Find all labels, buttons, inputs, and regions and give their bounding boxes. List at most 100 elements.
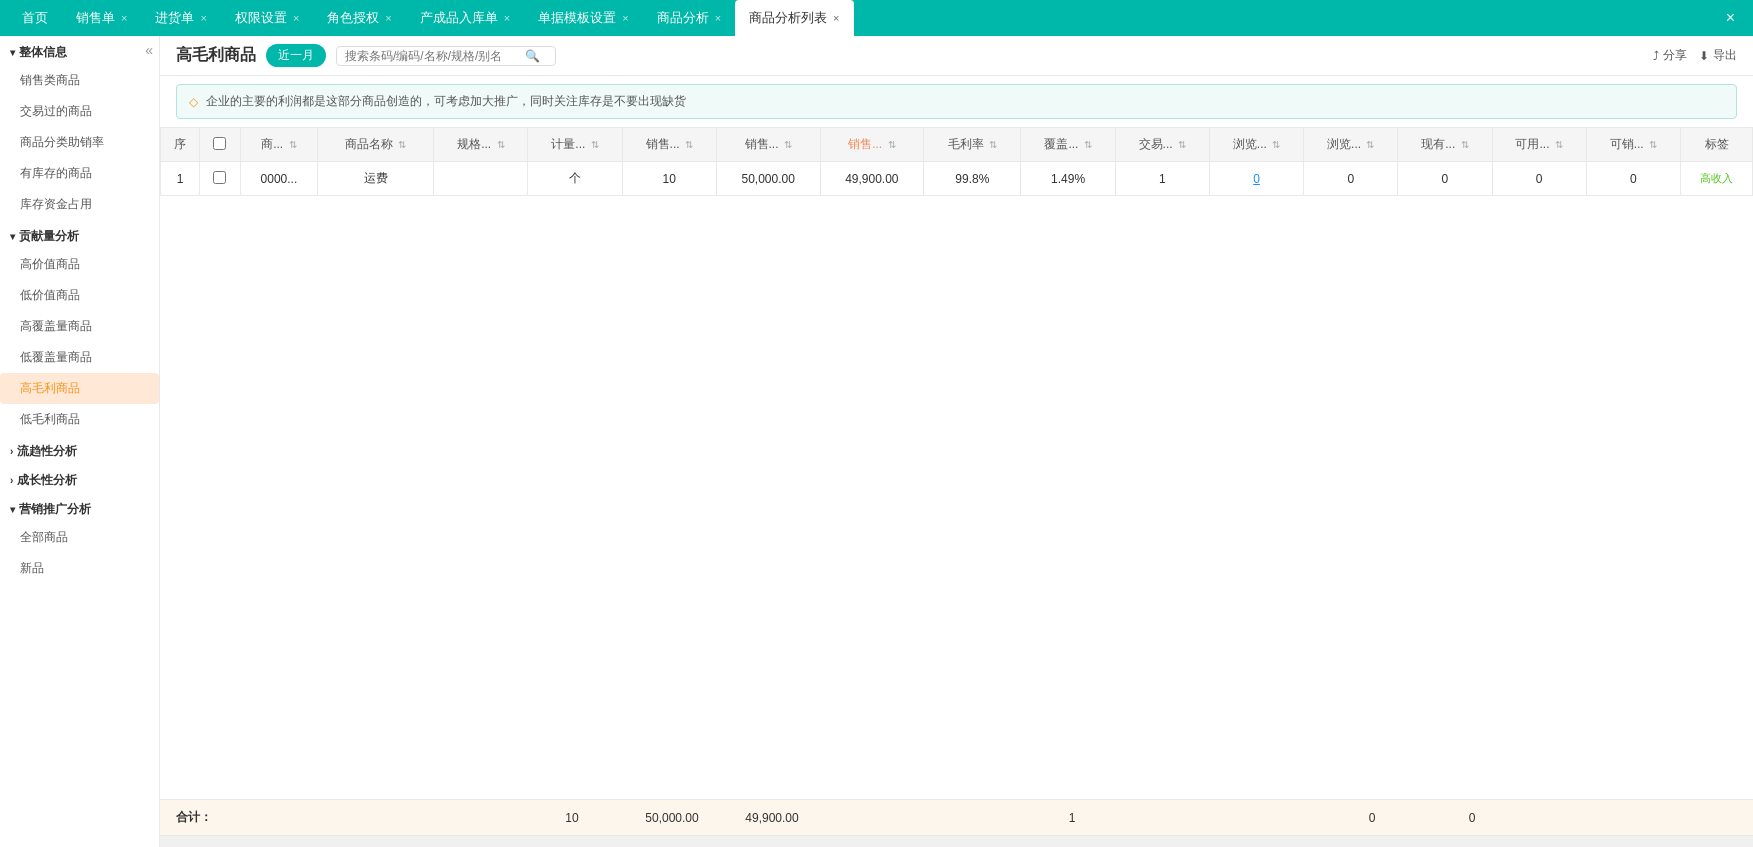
col-name[interactable]: 商品名称 ⇅	[318, 128, 434, 162]
col-sales-amount[interactable]: 销售... ⇅	[716, 128, 820, 162]
sidebar-item-sales-goods[interactable]: 销售类商品	[0, 65, 159, 96]
col-coverage[interactable]: 覆盖... ⇅	[1021, 128, 1115, 162]
close-all-tabs[interactable]: ×	[1716, 9, 1745, 27]
col-transaction[interactable]: 交易... ⇅	[1115, 128, 1209, 162]
cell-gross-margin: 99.8%	[924, 162, 1021, 196]
sidebar-item-low-margin[interactable]: 低毛利商品	[0, 404, 159, 435]
tag-badge: 高收入	[1700, 172, 1733, 184]
share-button[interactable]: ⤴ 分享	[1653, 47, 1687, 64]
col-browse2[interactable]: 浏览... ⇅	[1304, 128, 1398, 162]
cell-checkbox	[200, 162, 241, 196]
search-box: 🔍	[336, 46, 556, 66]
arrow-trend-icon: ›	[10, 446, 13, 457]
sidebar-item-low-coverage[interactable]: 低覆盖量商品	[0, 342, 159, 373]
close-goods-analysis-list[interactable]: ×	[833, 12, 839, 24]
cell-coverage: 1.49%	[1021, 162, 1115, 196]
col-tag: 标签	[1681, 128, 1753, 162]
col-saleable[interactable]: 可销... ⇅	[1586, 128, 1680, 162]
footer-available-stock: 0	[1432, 811, 1512, 825]
sidebar-item-high-coverage[interactable]: 高覆盖量商品	[0, 311, 159, 342]
arrow-overall-icon: ▾	[10, 47, 15, 58]
sidebar-group-growth[interactable]: › 成长性分析	[0, 464, 159, 493]
cell-unit: 个	[528, 162, 622, 196]
arrow-marketing-icon: ▾	[10, 504, 15, 515]
col-available-stock[interactable]: 可用... ⇅	[1492, 128, 1586, 162]
sidebar-item-category-assist[interactable]: 商品分类助销率	[0, 127, 159, 158]
nav-home[interactable]: 首页	[8, 0, 62, 36]
select-all-checkbox[interactable]	[213, 137, 226, 150]
sidebar-group-contribution[interactable]: ▾ 贡献量分析	[0, 220, 159, 249]
sidebar-item-low-value[interactable]: 低价值商品	[0, 280, 159, 311]
header-actions: ⤴ 分享 ⬇ 导出	[1653, 47, 1737, 64]
sidebar-group-trend[interactable]: › 流趋性分析	[0, 435, 159, 464]
col-spec[interactable]: 规格... ⇅	[434, 128, 528, 162]
sidebar-item-all-goods[interactable]: 全部商品	[0, 522, 159, 553]
sort-available-stock-icon: ⇅	[1555, 139, 1563, 150]
footer-sales-qty: 10	[532, 811, 612, 825]
main-layout: « ▾ 整体信息 销售类商品 交易过的商品 商品分类助销率 有库存的商品 库存资…	[0, 36, 1753, 847]
col-current-stock[interactable]: 现有... ⇅	[1398, 128, 1492, 162]
close-permission-settings[interactable]: ×	[293, 12, 299, 24]
content-area: 高毛利商品 近一月 🔍 ⤴ 分享 ⬇ 导出 ◇ 企业的主要的利润都是这部分商品创…	[160, 36, 1753, 847]
search-icon[interactable]: 🔍	[525, 49, 540, 63]
horizontal-scrollbar[interactable]	[160, 835, 1753, 847]
cell-current-stock: 0	[1398, 162, 1492, 196]
info-text: 企业的主要的利润都是这部分商品创造的，可考虑加大推广，同时关注库存是不要出现缺货	[206, 93, 686, 110]
nav-product-inbound[interactable]: 产成品入库单 ×	[406, 0, 524, 36]
table-container: 序 商... ⇅ 商品名称 ⇅ 规格... ⇅	[160, 127, 1753, 799]
nav-template-settings[interactable]: 单据模板设置 ×	[524, 0, 642, 36]
footer-current-stock: 0	[1332, 811, 1412, 825]
cell-code: 0000...	[240, 162, 318, 196]
sort-transaction-icon: ⇅	[1178, 139, 1186, 150]
sidebar-item-high-value[interactable]: 高价值商品	[0, 249, 159, 280]
nav-sales-order[interactable]: 销售单 ×	[62, 0, 141, 36]
page-title: 高毛利商品	[176, 45, 256, 66]
search-input[interactable]	[345, 49, 525, 63]
cell-tag: 高收入	[1681, 162, 1753, 196]
nav-role-auth[interactable]: 角色授权 ×	[313, 0, 405, 36]
close-role-auth[interactable]: ×	[385, 12, 391, 24]
nav-purchase-order[interactable]: 进货单 ×	[141, 0, 220, 36]
nav-goods-analysis[interactable]: 商品分析 ×	[643, 0, 735, 36]
sidebar-collapse-button[interactable]: «	[143, 40, 155, 60]
table-row: 1 0000... 运费 个 10 50,000.00 49,900.00 99…	[161, 162, 1753, 196]
sidebar-item-new-goods[interactable]: 新品	[0, 553, 159, 584]
browse1-link[interactable]: 0	[1253, 172, 1260, 186]
sort-spec-icon: ⇅	[497, 139, 505, 150]
cell-available-stock: 0	[1492, 162, 1586, 196]
sidebar-item-inventory-capital[interactable]: 库存资金占用	[0, 189, 159, 220]
filter-period-button[interactable]: 近一月	[266, 44, 326, 67]
sidebar: « ▾ 整体信息 销售类商品 交易过的商品 商品分类助销率 有库存的商品 库存资…	[0, 36, 160, 847]
col-browse1[interactable]: 浏览... ⇅	[1209, 128, 1303, 162]
cell-browse1[interactable]: 0	[1209, 162, 1303, 196]
sort-gross-margin-icon: ⇅	[989, 139, 997, 150]
goods-table: 序 商... ⇅ 商品名称 ⇅ 规格... ⇅	[160, 127, 1753, 196]
col-code[interactable]: 商... ⇅	[240, 128, 318, 162]
col-unit[interactable]: 计量... ⇅	[528, 128, 622, 162]
nav-permission-settings[interactable]: 权限设置 ×	[221, 0, 313, 36]
close-product-inbound[interactable]: ×	[504, 12, 510, 24]
footer-totals: 合计： 10 50,000.00 49,900.00 1 0 0	[160, 799, 1753, 835]
cell-spec	[434, 162, 528, 196]
col-checkbox	[200, 128, 241, 162]
sidebar-item-traded-goods[interactable]: 交易过的商品	[0, 96, 159, 127]
close-goods-analysis[interactable]: ×	[715, 12, 721, 24]
sort-code-icon: ⇅	[289, 139, 297, 150]
col-seq: 序	[161, 128, 200, 162]
export-button[interactable]: ⬇ 导出	[1699, 47, 1737, 64]
sort-coverage-icon: ⇅	[1084, 139, 1092, 150]
close-template-settings[interactable]: ×	[622, 12, 628, 24]
row-checkbox[interactable]	[213, 171, 226, 184]
sidebar-item-in-stock[interactable]: 有库存的商品	[0, 158, 159, 189]
col-gross-margin[interactable]: 毛利率 ⇅	[924, 128, 1021, 162]
close-sales-order[interactable]: ×	[121, 12, 127, 24]
col-sales-qty[interactable]: 销售... ⇅	[622, 128, 716, 162]
footer-sales-amount: 50,000.00	[632, 811, 712, 825]
sidebar-item-high-margin[interactable]: 高毛利商品	[0, 373, 159, 404]
nav-goods-analysis-list[interactable]: 商品分析列表 ×	[735, 0, 853, 36]
sort-current-stock-icon: ⇅	[1461, 139, 1469, 150]
sidebar-group-marketing[interactable]: ▾ 营销推广分析	[0, 493, 159, 522]
sidebar-group-overall[interactable]: ▾ 整体信息	[0, 36, 159, 65]
close-purchase-order[interactable]: ×	[200, 12, 206, 24]
col-sales-profit[interactable]: 销售... ⇅	[820, 128, 924, 162]
